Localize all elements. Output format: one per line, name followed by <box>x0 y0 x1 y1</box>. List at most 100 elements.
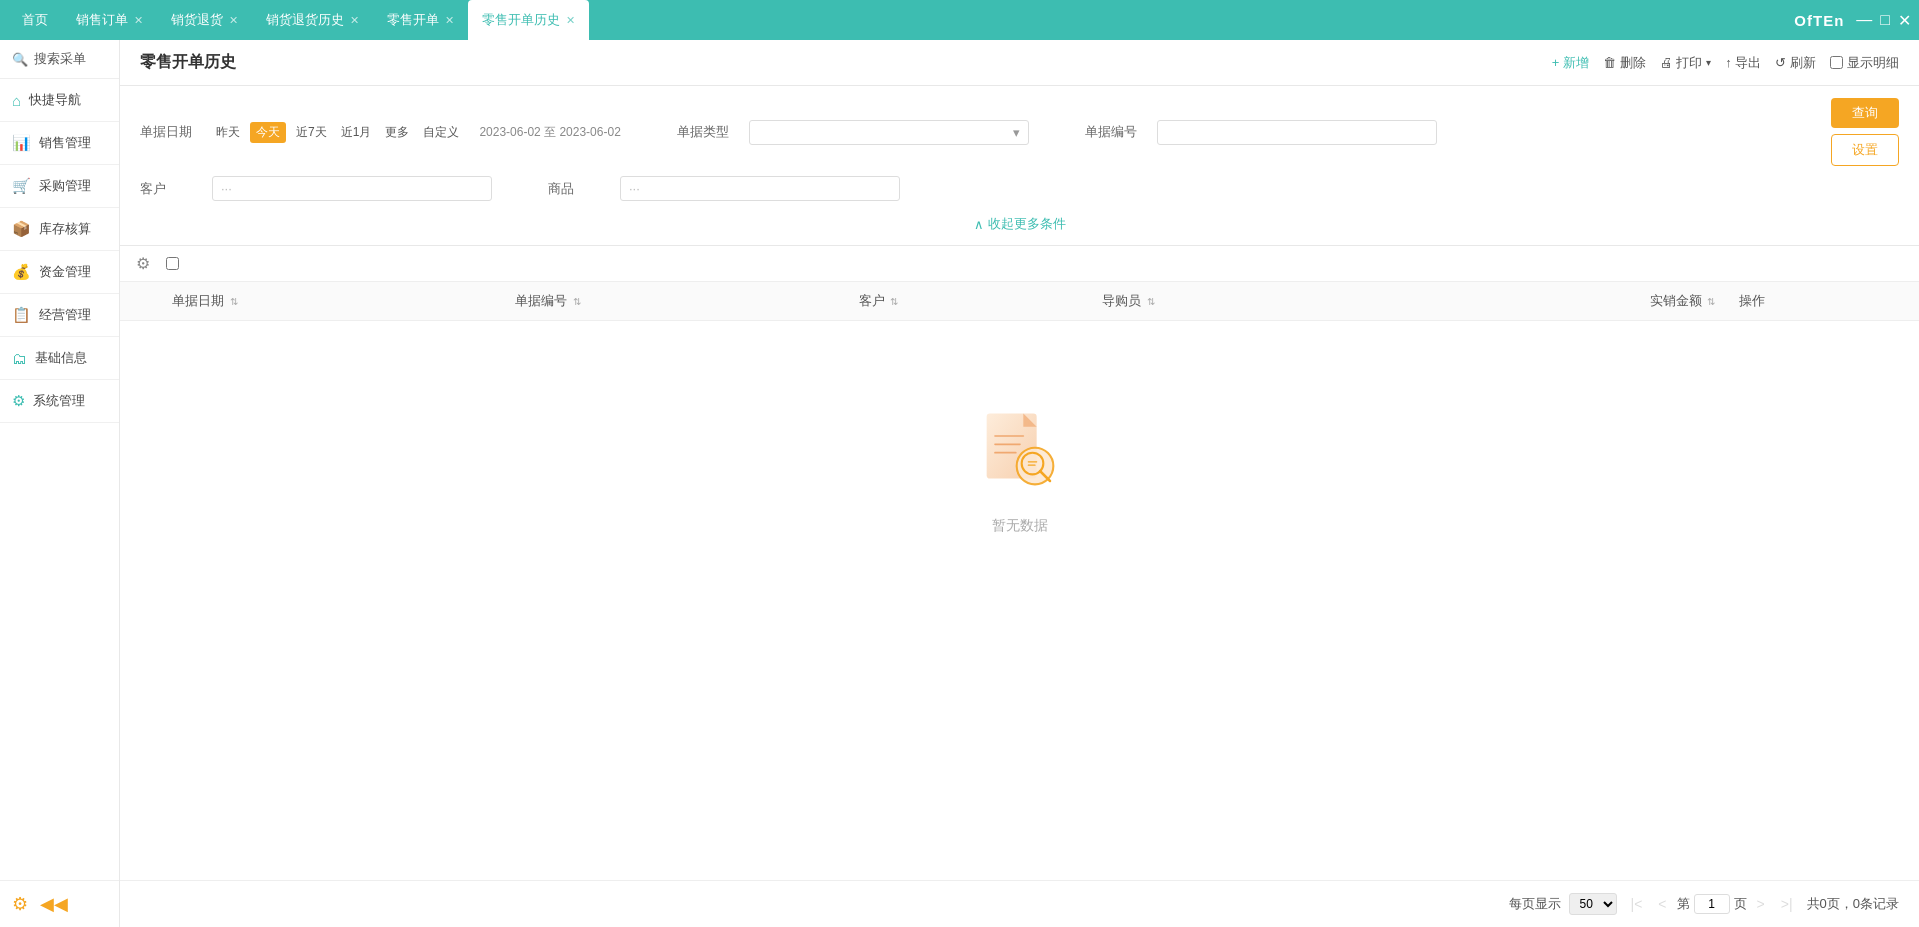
first-page-btn[interactable]: |< <box>1625 894 1649 914</box>
date-btn-more[interactable]: 更多 <box>381 122 413 143</box>
page-nav: |< < 第 页 > >| <box>1625 894 1799 914</box>
table-settings-icon[interactable]: ⚙ <box>136 254 150 273</box>
sort-icon: ⇅ <box>573 296 581 307</box>
sidebar-item-finance[interactable]: 💰 资金管理 <box>0 251 119 294</box>
date-btn-yesterday[interactable]: 昨天 <box>212 122 244 143</box>
page-header: 零售开单历史 + 新增 🗑 删除 🖨 打印 ▾ ↑ 导出 ↺ 刷新 <box>120 40 1919 86</box>
close-icon[interactable]: ✕ <box>350 14 359 27</box>
th-action-label: 操作 <box>1739 293 1765 308</box>
settings-icon[interactable]: ⚙ <box>12 893 28 915</box>
chevron-up-icon: ∧ <box>974 217 984 232</box>
sidebar-item-inventory[interactable]: 📦 库存核算 <box>0 208 119 251</box>
page-suffix: 页 <box>1734 895 1747 913</box>
print-button[interactable]: 🖨 打印 ▾ <box>1660 54 1712 72</box>
th-checkbox <box>120 282 160 321</box>
tab-retail-open-history[interactable]: 零售开单历史 ✕ <box>468 0 589 40</box>
query-button[interactable]: 查询 <box>1831 98 1899 128</box>
window-min-btn[interactable]: — <box>1856 11 1872 30</box>
tab-sales-return[interactable]: 销货退货 ✕ <box>157 0 252 40</box>
date-filter-label: 单据日期 <box>140 123 196 141</box>
settings-button[interactable]: 设置 <box>1831 134 1899 166</box>
close-icon[interactable]: ✕ <box>229 14 238 27</box>
sidebar-item-basic-info[interactable]: 🗂 基础信息 <box>0 337 119 380</box>
sidebar-search[interactable]: 🔍 搜索采单 <box>0 40 119 79</box>
filter-row-2: 客户 ··· 商品 ··· <box>140 176 1899 201</box>
display-detail-label: 显示明细 <box>1847 54 1899 72</box>
filter-row-1: 单据日期 昨天 今天 近7天 近1月 更多 自定义 2023-06-02 至 2… <box>140 98 1899 166</box>
tab-sales-return-history-label: 销货退货历史 <box>266 11 344 29</box>
close-icon[interactable]: ✕ <box>134 14 143 27</box>
sidebar-item-label: 快捷导航 <box>29 91 81 109</box>
tab-sales-return-history[interactable]: 销货退货历史 ✕ <box>252 0 373 40</box>
sidebar-item-label: 基础信息 <box>35 349 87 367</box>
tab-home[interactable]: 首页 <box>8 0 62 40</box>
goods-label: 商品 <box>548 180 604 198</box>
select-all-checkbox[interactable] <box>166 257 179 270</box>
customer-input[interactable]: ··· <box>212 176 492 201</box>
page-number-input[interactable] <box>1694 894 1730 914</box>
sidebar-item-sales-mgmt[interactable]: 📊 销售管理 <box>0 122 119 165</box>
last-page-btn[interactable]: >| <box>1775 894 1799 914</box>
empty-state: 暂无数据 <box>120 321 1919 615</box>
doc-no-input[interactable] <box>1157 120 1437 145</box>
per-page-select[interactable]: 50 <box>1569 893 1617 915</box>
th-action: 操作 <box>1727 282 1919 321</box>
date-range-display: 2023-06-02 至 2023-06-02 <box>479 124 620 141</box>
goods-input[interactable]: ··· <box>620 176 900 201</box>
prev-page-btn[interactable]: < <box>1652 894 1672 914</box>
table-body: 暂无数据 <box>120 321 1919 616</box>
sidebar-item-purchase-mgmt[interactable]: 🛒 采购管理 <box>0 165 119 208</box>
date-btn-custom[interactable]: 自定义 <box>419 122 463 143</box>
folder-icon: 🗂 <box>12 350 27 367</box>
total-info: 共0页，0条记录 <box>1807 895 1899 913</box>
goods-placeholder: ··· <box>629 181 640 196</box>
next-page-btn[interactable]: > <box>1751 894 1771 914</box>
header-actions: + 新增 🗑 删除 🖨 打印 ▾ ↑ 导出 ↺ 刷新 显示明细 <box>1552 54 1899 72</box>
sort-icon: ⇅ <box>230 296 238 307</box>
add-button[interactable]: + 新增 <box>1552 54 1589 72</box>
date-btn-today[interactable]: 今天 <box>250 122 286 143</box>
th-salesperson-label: 导购员 <box>1102 293 1141 308</box>
th-amount-label: 实销金额 <box>1650 293 1702 308</box>
refresh-button[interactable]: ↺ 刷新 <box>1775 54 1816 72</box>
tab-home-label: 首页 <box>22 11 48 29</box>
add-label: + 新增 <box>1552 54 1589 72</box>
collapse-icon[interactable]: ◀◀ <box>40 893 68 915</box>
window-max-btn[interactable]: □ <box>1880 11 1890 30</box>
sort-icon: ⇅ <box>1707 296 1715 307</box>
sort-icon: ⇅ <box>890 296 898 307</box>
sidebar-item-system[interactable]: ⚙ 系统管理 <box>0 380 119 423</box>
page-title: 零售开单历史 <box>140 52 236 73</box>
sidebar: 🔍 搜索采单 ⌂ 快捷导航 📊 销售管理 🛒 采购管理 📦 库存核算 💰 资金管… <box>0 40 120 927</box>
tab-retail-open-label: 零售开单 <box>387 11 439 29</box>
delete-button[interactable]: 🗑 删除 <box>1603 54 1646 72</box>
sidebar-item-label: 采购管理 <box>39 177 91 195</box>
cart-icon: 🛒 <box>12 177 31 195</box>
more-conditions-label: 收起更多条件 <box>988 215 1066 233</box>
th-customer[interactable]: 客户 ⇅ <box>847 282 1091 321</box>
display-detail-input[interactable] <box>1830 56 1843 69</box>
th-no[interactable]: 单据编号 ⇅ <box>503 282 846 321</box>
action-buttons: 查询 设置 <box>1831 98 1899 166</box>
th-date-label: 单据日期 <box>172 293 224 308</box>
window-controls: — □ ✕ <box>1856 11 1911 30</box>
export-button[interactable]: ↑ 导出 <box>1725 54 1761 72</box>
tab-sales-order[interactable]: 销售订单 ✕ <box>62 0 157 40</box>
chevron-down-icon: ▾ <box>1706 57 1711 68</box>
th-salesperson[interactable]: 导购员 ⇅ <box>1090 282 1384 321</box>
date-btn-1month[interactable]: 近1月 <box>337 122 376 143</box>
sidebar-item-quick-nav[interactable]: ⌂ 快捷导航 <box>0 79 119 122</box>
close-icon[interactable]: ✕ <box>566 14 575 27</box>
th-date[interactable]: 单据日期 ⇅ <box>160 282 503 321</box>
date-btn-7days[interactable]: 近7天 <box>292 122 331 143</box>
display-detail-checkbox[interactable]: 显示明细 <box>1830 54 1899 72</box>
close-icon[interactable]: ✕ <box>445 14 454 27</box>
sidebar-item-operations[interactable]: 📋 经营管理 <box>0 294 119 337</box>
th-amount[interactable]: 实销金额 ⇅ <box>1384 282 1727 321</box>
doc-no-field[interactable] <box>1166 125 1428 140</box>
window-close-btn[interactable]: ✕ <box>1898 11 1911 30</box>
doc-type-select[interactable]: ▾ <box>749 120 1029 145</box>
more-conditions-toggle[interactable]: ∧ 收起更多条件 <box>140 211 1899 237</box>
tab-retail-open[interactable]: 零售开单 ✕ <box>373 0 468 40</box>
search-icon: 🔍 <box>12 52 28 67</box>
